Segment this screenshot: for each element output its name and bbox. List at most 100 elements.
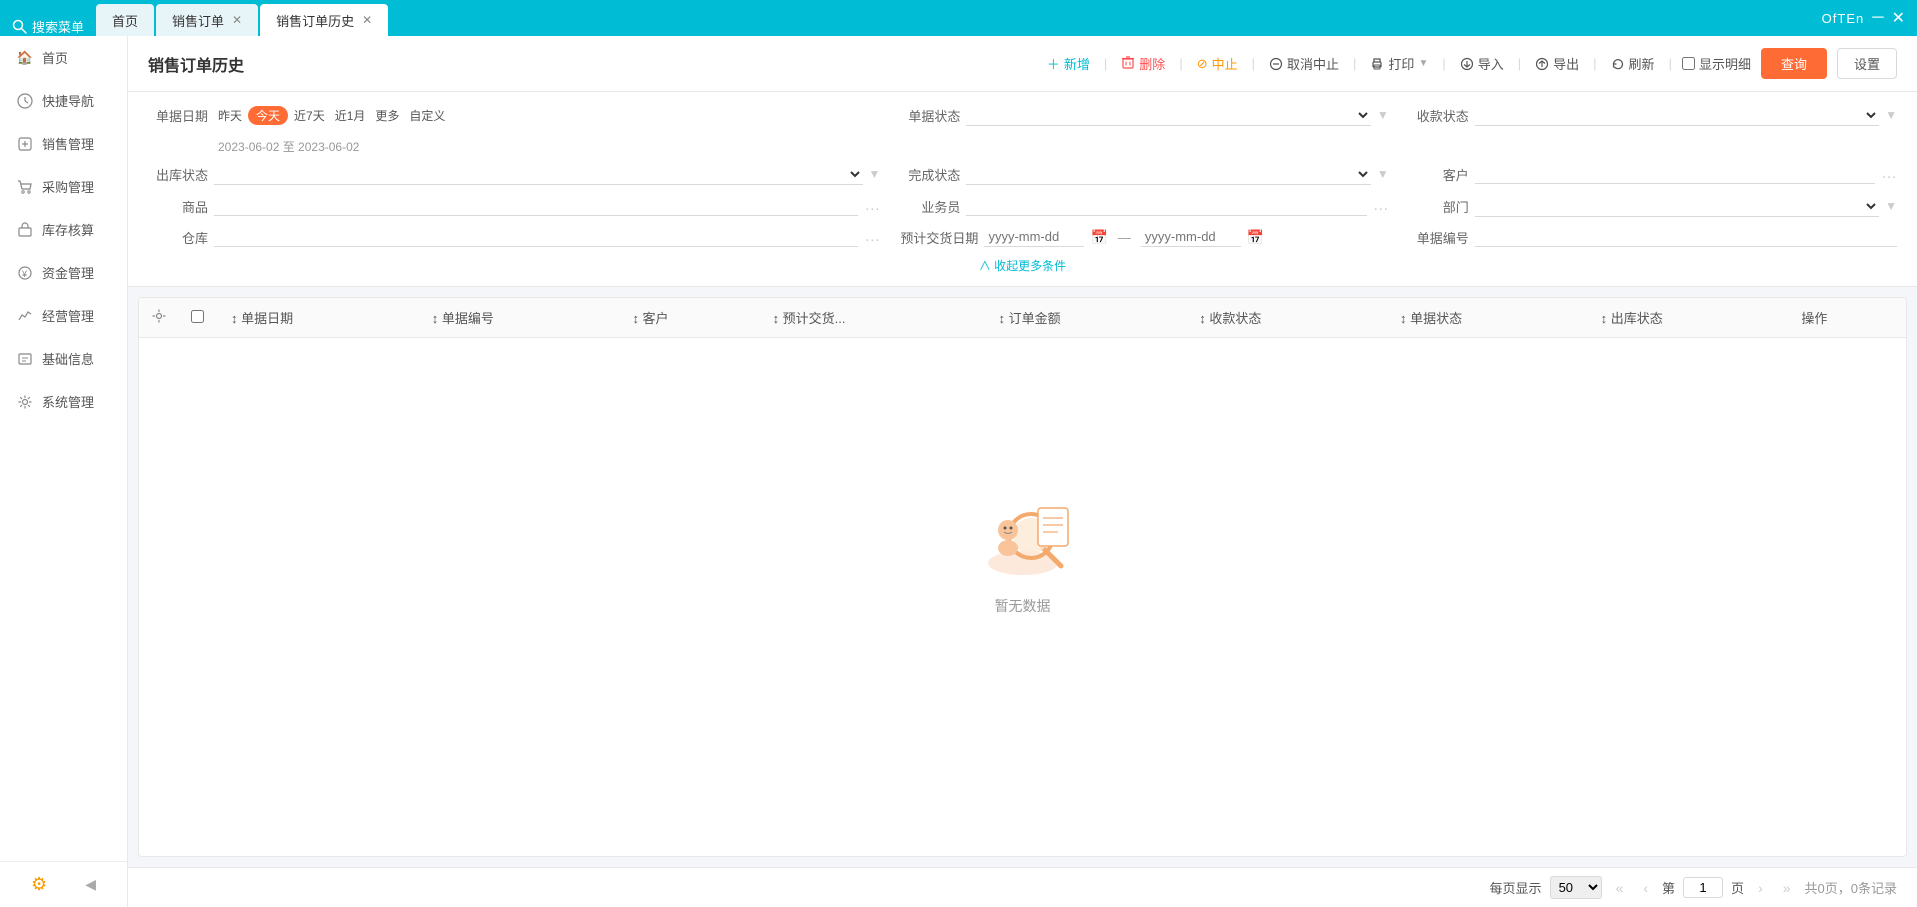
tab-home[interactable]: 首页 xyxy=(96,4,154,36)
date-btn-yesterday[interactable]: 昨天 xyxy=(214,106,246,125)
often-text: OfTEn xyxy=(1822,11,1865,26)
order-no-input[interactable] xyxy=(1475,227,1897,247)
search-menu[interactable]: 搜索菜单 xyxy=(12,17,84,36)
th-order-status-label: ↕ 单据状态 xyxy=(1400,311,1462,326)
sidebar-item-purchase[interactable]: 采购管理 xyxy=(0,165,127,208)
date-btn-7days[interactable]: 近7天 xyxy=(290,106,329,125)
complete-status-select[interactable] xyxy=(966,163,1370,185)
top-bar: 搜索菜单 首页 销售订单 ✕ 销售订单历史 ✕ OfTEn ─ ✕ xyxy=(0,0,1917,36)
th-expected-date[interactable]: ↕ 预计交货... xyxy=(761,298,987,338)
delete-icon xyxy=(1121,55,1135,72)
import-button[interactable]: 导入 xyxy=(1456,52,1508,75)
sidebar-item-base[interactable]: 基础信息 xyxy=(0,337,127,380)
settings-button[interactable]: 设置 xyxy=(1837,48,1897,79)
th-pay-status[interactable]: ↕ 收款状态 xyxy=(1187,298,1388,338)
product-input[interactable] xyxy=(214,196,858,216)
empty-illustration xyxy=(953,478,1093,588)
th-expected-date-label: ↕ 预计交货... xyxy=(773,311,846,326)
sidebar-collapse-icon[interactable]: ◀ xyxy=(85,876,96,893)
show-detail-checkbox-label[interactable]: 显示明细 xyxy=(1682,54,1751,73)
page-last-btn[interactable]: » xyxy=(1777,878,1797,898)
product-more-icon[interactable]: … xyxy=(864,197,880,215)
date-btn-1month[interactable]: 近1月 xyxy=(331,106,370,125)
add-button[interactable]: ＋ 新增 xyxy=(1043,52,1094,75)
salesperson-more-icon[interactable]: … xyxy=(1373,197,1389,215)
page-prev-btn[interactable]: ‹ xyxy=(1637,878,1654,898)
date-btn-group: 昨天 今天 近7天 近1月 更多 自定义 xyxy=(214,106,449,125)
salesperson-input[interactable] xyxy=(966,196,1366,216)
topbar-close-icon[interactable]: ✕ xyxy=(1892,8,1905,28)
sidebar-item-inventory[interactable]: 库存核算 xyxy=(0,208,127,251)
inventory-icon xyxy=(16,221,34,239)
show-detail-checkbox[interactable] xyxy=(1682,57,1695,70)
warehouse-label: 仓库 xyxy=(148,228,208,247)
th-checkbox[interactable] xyxy=(179,298,219,338)
sidebar-item-operations[interactable]: 经营管理 xyxy=(0,294,127,337)
top-bar-right: OfTEn ─ ✕ xyxy=(1822,8,1917,28)
expected-date-end[interactable] xyxy=(1141,227,1241,247)
date-btn-more[interactable]: 更多 xyxy=(371,106,403,125)
warehouse-input[interactable] xyxy=(214,227,858,247)
th-gear[interactable] xyxy=(139,298,179,338)
th-customer[interactable]: ↕ 客户 xyxy=(620,298,760,338)
sidebar-settings-icon[interactable]: ⚙ xyxy=(31,874,47,895)
sidebar: 🏠 首页 快捷导航 销售管理 采购管理 库存核算 xyxy=(0,36,128,907)
tab-sales-order-history[interactable]: 销售订单历史 ✕ xyxy=(260,4,388,36)
refresh-button[interactable]: 刷新 xyxy=(1607,52,1659,75)
export-button[interactable]: 导出 xyxy=(1531,52,1583,75)
th-order-no[interactable]: ↕ 单据编号 xyxy=(420,298,621,338)
page-size-select[interactable]: 50 10 20 100 xyxy=(1550,876,1602,899)
search-area[interactable]: 搜索菜单 xyxy=(0,17,96,36)
sidebar-item-quick-nav[interactable]: 快捷导航 xyxy=(0,79,127,122)
department-select[interactable] xyxy=(1475,195,1879,217)
th-out-status[interactable]: ↕ 出库状态 xyxy=(1589,298,1790,338)
tab-sales-order-history-label: 销售订单历史 xyxy=(276,11,354,30)
collapse-bar[interactable]: ∧ 收起更多条件 xyxy=(148,257,1897,274)
customer-input[interactable] xyxy=(1475,164,1875,184)
print-button[interactable]: 打印 ▼ xyxy=(1366,52,1432,75)
th-date[interactable]: ↕ 单据日期 xyxy=(219,298,420,338)
tab-sales-order-close[interactable]: ✕ xyxy=(232,13,242,27)
date-btn-custom[interactable]: 自定义 xyxy=(405,106,449,125)
calendar-start-icon[interactable]: 📅 xyxy=(1090,229,1107,246)
pay-status-label: 收款状态 xyxy=(1409,106,1469,125)
th-date-label: ↕ 单据日期 xyxy=(231,311,293,326)
delete-button[interactable]: 删除 xyxy=(1117,52,1169,75)
page-first-btn[interactable]: « xyxy=(1610,878,1630,898)
warehouse-more-icon[interactable]: … xyxy=(864,228,880,246)
sidebar-item-system[interactable]: 系统管理 xyxy=(0,380,127,423)
topbar-minimize-icon[interactable]: ─ xyxy=(1872,9,1883,27)
th-amount[interactable]: ↕ 订单金额 xyxy=(987,298,1188,338)
customer-more-icon[interactable]: … xyxy=(1881,165,1897,183)
print-icon xyxy=(1370,57,1384,71)
cancel-stop-button[interactable]: 取消中止 xyxy=(1265,52,1343,75)
tab-sales-order[interactable]: 销售订单 ✕ xyxy=(156,4,258,36)
date-btn-today[interactable]: 今天 xyxy=(248,106,288,125)
date-label: 单据日期 xyxy=(148,106,208,125)
page-input[interactable] xyxy=(1683,877,1723,898)
table-container: ↕ 单据日期 ↕ 单据编号 ↕ 客户 ↕ 预计交货... ↕ 订单金额 xyxy=(138,297,1907,857)
sidebar-label-home: 首页 xyxy=(42,48,68,67)
filter-date: 单据日期 昨天 今天 近7天 近1月 更多 自定义 xyxy=(148,106,880,125)
out-status-select[interactable] xyxy=(214,163,863,185)
query-button[interactable]: 查询 xyxy=(1761,48,1827,79)
expected-date-start[interactable] xyxy=(984,227,1084,247)
select-all-checkbox[interactable] xyxy=(191,310,204,323)
pay-status-dropdown-icon: ▼ xyxy=(1885,108,1897,122)
tab-bar: 搜索菜单 首页 销售订单 ✕ 销售订单历史 ✕ xyxy=(0,0,390,36)
order-status-select[interactable] xyxy=(966,104,1370,126)
page-size-label: 每页显示 xyxy=(1490,878,1542,897)
cancel-stop-icon xyxy=(1269,57,1283,71)
sidebar-item-sales[interactable]: 销售管理 xyxy=(0,122,127,165)
sidebar-item-finance[interactable]: ¥ 资金管理 xyxy=(0,251,127,294)
sidebar-item-home[interactable]: 🏠 首页 xyxy=(0,36,127,79)
data-table: ↕ 单据日期 ↕ 单据编号 ↕ 客户 ↕ 预计交货... ↕ 订单金额 xyxy=(139,298,1906,756)
pay-status-select[interactable] xyxy=(1475,104,1879,126)
calendar-end-icon[interactable]: 📅 xyxy=(1247,229,1264,246)
tab-sales-order-history-close[interactable]: ✕ xyxy=(362,13,372,27)
page-next-btn[interactable]: › xyxy=(1752,878,1769,898)
quick-nav-icon xyxy=(16,92,34,110)
sidebar-bottom: ⚙ ◀ xyxy=(0,861,127,907)
th-order-status[interactable]: ↕ 单据状态 xyxy=(1388,298,1589,338)
stop-button[interactable]: ⊘ 中止 xyxy=(1193,52,1242,75)
